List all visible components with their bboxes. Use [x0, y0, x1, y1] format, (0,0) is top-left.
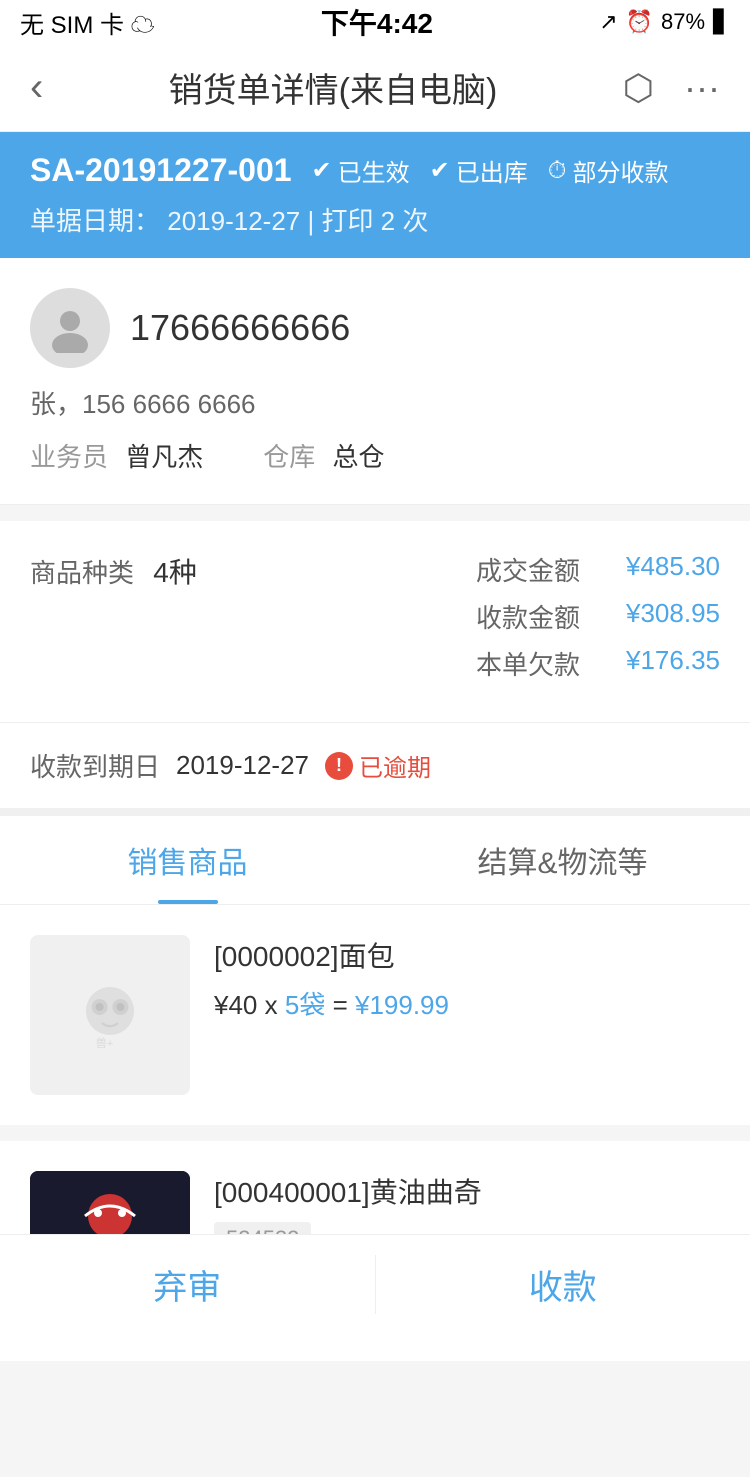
- status-right: ↗ ⏰ 87% ▋: [599, 9, 730, 35]
- warehouse-name: 总仓: [333, 442, 385, 472]
- category-count: 4种: [153, 557, 197, 588]
- deal-amount-label: 成交金额: [476, 551, 580, 588]
- tab-bar: 销售商品 结算&物流等: [0, 816, 750, 905]
- nav-actions: ⬡ ···: [623, 67, 720, 109]
- battery-level: 87%: [661, 9, 705, 35]
- customer-phone: 17666666666: [130, 307, 350, 349]
- status-bar: 无 SIM 卡 ☁ 下午4:42 ↗ ⏰ 87% ▋: [0, 0, 750, 44]
- received-amount-label: 收款金额: [476, 598, 580, 635]
- battery-icon: ▋: [713, 9, 730, 35]
- check-icon-1: ✔: [312, 156, 332, 185]
- bottom-bar: 弃审 收款: [0, 1234, 750, 1334]
- customer-name: 张，156 6666 6666: [30, 384, 720, 421]
- product-price-1: ¥40 x 5袋 = ¥199.99: [214, 985, 720, 1022]
- status-effected: ✔ 已生效: [312, 153, 410, 188]
- order-date-info: 单据日期： 2019-12-27 | 打印 2 次: [30, 201, 720, 238]
- category-label: 商品种类: [30, 558, 134, 588]
- status-time: 下午4:42: [321, 2, 433, 42]
- product-qty-1: 5袋: [285, 990, 325, 1020]
- deal-amount-row: 成交金额 ¥485.30: [476, 551, 720, 588]
- product-item-1: 兽+ [0000002]面包 ¥40 x 5袋 = ¥199.99: [0, 905, 750, 1125]
- abandon-review-button[interactable]: 弃审: [0, 1235, 375, 1334]
- back-button[interactable]: ‹: [30, 65, 43, 110]
- svg-text:兽+: 兽+: [96, 1036, 114, 1050]
- location-icon: ↗: [599, 9, 617, 35]
- product-total-1: ¥199.99: [355, 990, 449, 1020]
- sim-status: 无 SIM 卡 ☁: [20, 5, 155, 40]
- product-name-2: [000400001]黄油曲奇: [214, 1171, 720, 1211]
- status-partial-payment: ⏱ 部分收款: [548, 153, 669, 188]
- product-name-1: [0000002]面包: [214, 935, 720, 975]
- alarm-icon: ⏰: [626, 9, 653, 35]
- due-label: 收款到期日: [30, 747, 160, 784]
- share-button[interactable]: ⬡: [623, 67, 654, 109]
- collect-payment-button[interactable]: 收款: [376, 1235, 750, 1334]
- customer-section: 17666666666 张，156 6666 6666 业务员 曾凡杰 仓库 总…: [0, 258, 750, 505]
- product-unit-price-1: ¥40: [214, 990, 257, 1020]
- more-button[interactable]: ···: [684, 67, 720, 109]
- warehouse-label: 仓库: [263, 442, 315, 472]
- warehouse-info: 仓库 总仓: [263, 437, 384, 474]
- overdue-icon: !: [325, 752, 353, 780]
- status-shipped: ✔ 已出库: [430, 153, 528, 188]
- due-date-value: 2019-12-27: [176, 750, 309, 781]
- avatar: [30, 288, 110, 368]
- sales-info: 业务员 曾凡杰: [30, 437, 203, 474]
- debt-label: 本单欠款: [476, 645, 580, 682]
- sales-label: 业务员: [30, 442, 108, 472]
- received-amount-value: ¥308.95: [600, 598, 720, 635]
- order-number: SA-20191227-001: [30, 152, 292, 189]
- order-header: SA-20191227-001 ✔ 已生效 ✔ 已出库 ⏱ 部分收款 单据日期：…: [0, 132, 750, 258]
- overdue-badge: ! 已逾期: [325, 748, 431, 783]
- page-title: 销货单详情(来自电脑): [169, 63, 498, 112]
- amount-info: 成交金额 ¥485.30 收款金额 ¥308.95 本单欠款 ¥176.35: [476, 551, 720, 692]
- category-info: 商品种类 4种: [30, 551, 197, 591]
- clock-icon: ⏱: [548, 157, 567, 185]
- product-info-1: [0000002]面包 ¥40 x 5袋 = ¥199.99: [214, 935, 720, 1095]
- check-icon-2: ✔: [430, 156, 450, 185]
- debt-value: ¥176.35: [600, 645, 720, 682]
- overdue-text: 已逾期: [359, 748, 431, 783]
- due-date-section: 收款到期日 2019-12-27 ! 已逾期: [0, 723, 750, 816]
- sales-name: 曾凡杰: [125, 442, 203, 472]
- received-amount-row: 收款金额 ¥308.95: [476, 598, 720, 635]
- stats-section: 商品种类 4种 成交金额 ¥485.30 收款金额 ¥308.95 本单欠款 ¥…: [0, 521, 750, 723]
- deal-amount-value: ¥485.30: [600, 551, 720, 588]
- status-left: 无 SIM 卡 ☁: [20, 5, 155, 40]
- tab-products[interactable]: 销售商品: [0, 816, 375, 904]
- debt-amount-row: 本单欠款 ¥176.35: [476, 645, 720, 682]
- tab-settlement[interactable]: 结算&物流等: [375, 816, 750, 904]
- nav-bar: ‹ 销货单详情(来自电脑) ⬡ ···: [0, 44, 750, 132]
- product-image-1: 兽+: [30, 935, 190, 1095]
